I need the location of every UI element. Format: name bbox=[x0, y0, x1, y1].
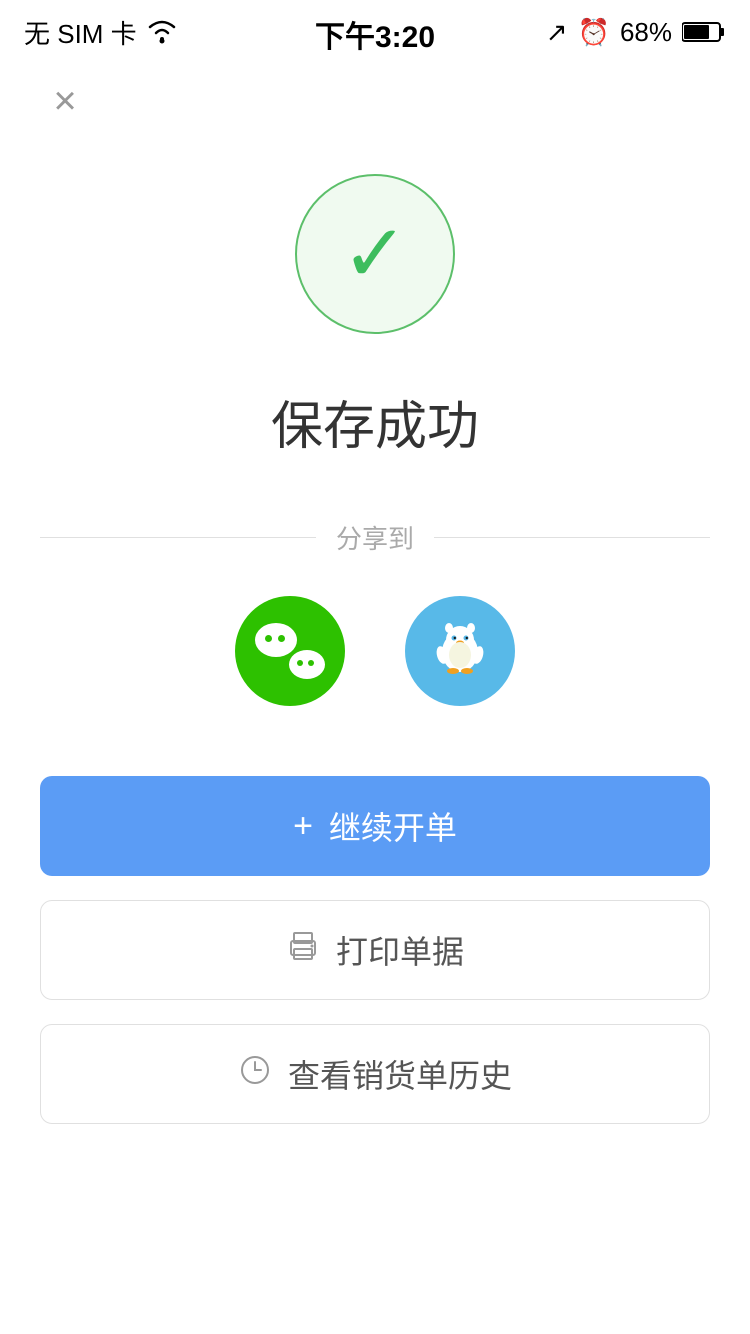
share-icons-row bbox=[235, 596, 515, 706]
close-button[interactable]: × bbox=[40, 76, 90, 126]
continue-button[interactable]: + 继续开单 bbox=[40, 776, 710, 876]
action-buttons: + 继续开单 打印单据 查看销货单历史 bbox=[0, 776, 750, 1124]
printer-icon bbox=[286, 929, 320, 972]
plus-icon: + bbox=[293, 807, 313, 846]
main-content: ✓ 保存成功 分享到 bbox=[0, 64, 750, 1124]
continue-label: 继续开单 bbox=[329, 803, 457, 849]
status-bar: 无 SIM 卡 下午3:20 ↗ ⏰ 68% bbox=[0, 0, 750, 64]
left-divider bbox=[40, 537, 316, 538]
no-sim-text: 无 SIM 卡 bbox=[24, 14, 137, 51]
battery-icon bbox=[682, 21, 726, 43]
share-label: 分享到 bbox=[316, 519, 434, 556]
status-left: 无 SIM 卡 bbox=[24, 14, 179, 51]
history-icon bbox=[238, 1053, 272, 1096]
history-button[interactable]: 查看销货单历史 bbox=[40, 1024, 710, 1124]
history-label: 查看销货单历史 bbox=[288, 1051, 512, 1097]
qq-icon bbox=[429, 620, 491, 682]
status-right: ↗ ⏰ 68% bbox=[546, 17, 726, 48]
close-icon: × bbox=[53, 81, 76, 121]
success-title: 保存成功 bbox=[271, 384, 479, 459]
wifi-icon bbox=[145, 19, 179, 45]
battery-text: 68% bbox=[620, 17, 672, 48]
divider-row: 分享到 bbox=[0, 519, 750, 556]
success-circle: ✓ bbox=[295, 174, 455, 334]
status-time: 下午3:20 bbox=[315, 12, 435, 56]
qq-share-button[interactable] bbox=[405, 596, 515, 706]
print-button[interactable]: 打印单据 bbox=[40, 900, 710, 1000]
alarm-icon: ⏰ bbox=[578, 17, 610, 48]
print-label: 打印单据 bbox=[336, 927, 464, 973]
right-divider bbox=[434, 537, 710, 538]
wechat-share-button[interactable] bbox=[235, 596, 345, 706]
location-icon: ↗ bbox=[546, 17, 568, 48]
share-section: 分享到 bbox=[0, 519, 750, 706]
wechat-icon bbox=[255, 623, 325, 679]
checkmark-icon: ✓ bbox=[341, 214, 408, 294]
